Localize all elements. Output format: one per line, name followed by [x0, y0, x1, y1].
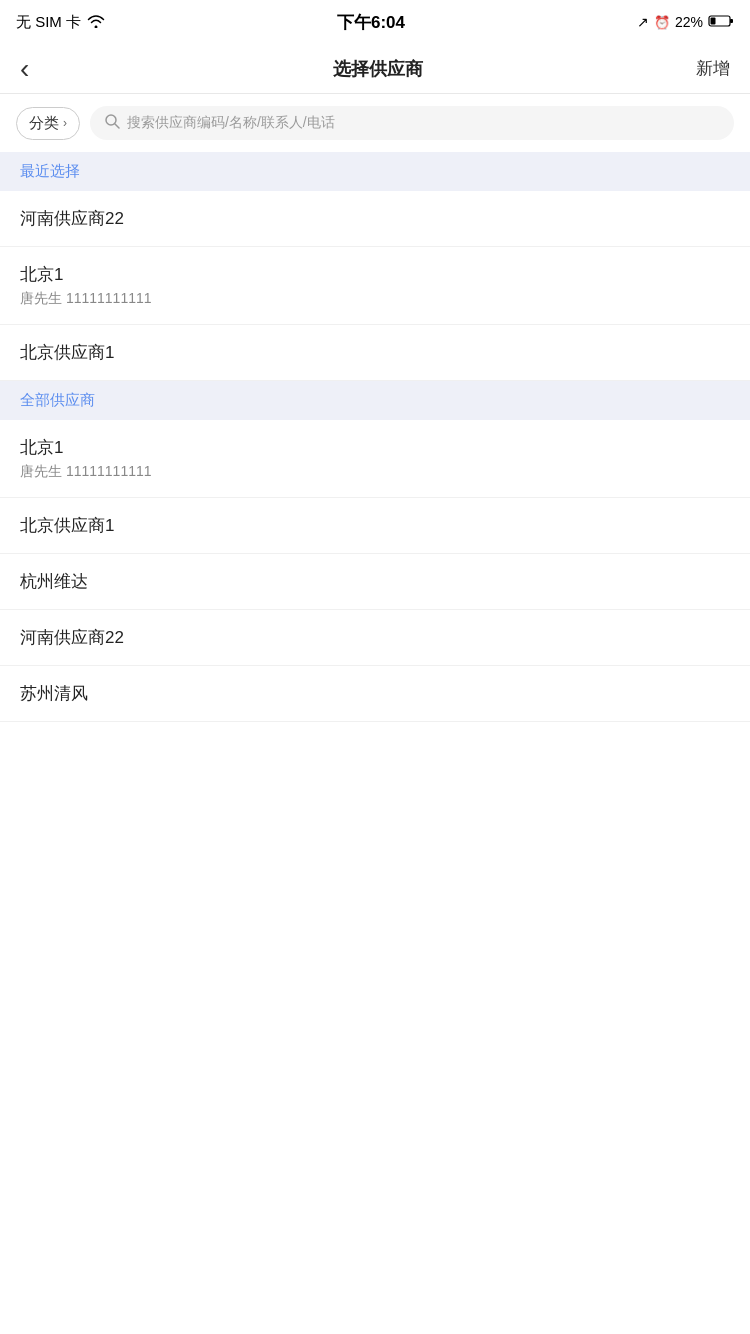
back-button[interactable]: ‹: [20, 55, 60, 83]
svg-line-4: [115, 124, 119, 128]
item-sub: 唐先生 11111111111: [20, 463, 730, 481]
recent-section-header: 最近选择: [0, 152, 750, 191]
list-item[interactable]: 杭州维达: [0, 554, 750, 610]
status-bar: 无 SIM 卡 下午6:04 ↗ ⏰ 22%: [0, 0, 750, 44]
status-time: 下午6:04: [337, 11, 405, 34]
item-name: 苏州清风: [20, 682, 730, 705]
item-name: 北京1: [20, 436, 730, 459]
search-placeholder: 搜索供应商编码/名称/联系人/电话: [127, 114, 335, 132]
status-left: 无 SIM 卡: [16, 13, 105, 32]
item-name: 北京供应商1: [20, 341, 730, 364]
list-item[interactable]: 北京1 唐先生 11111111111: [0, 247, 750, 325]
list-item[interactable]: 河南供应商22: [0, 610, 750, 666]
item-name: 杭州维达: [20, 570, 730, 593]
back-icon: ‹: [20, 55, 29, 83]
svg-rect-1: [730, 19, 733, 23]
svg-rect-2: [710, 17, 715, 24]
category-label: 分类: [29, 114, 59, 133]
search-icon: [104, 113, 120, 133]
recent-list: 河南供应商22 北京1 唐先生 11111111111 北京供应商1: [0, 191, 750, 381]
location-icon: ↗: [637, 14, 649, 30]
page-title: 选择供应商: [333, 57, 423, 81]
all-list: 北京1 唐先生 11111111111 北京供应商1 杭州维达 河南供应商22 …: [0, 420, 750, 722]
recent-section-label: 最近选择: [20, 162, 80, 179]
list-item[interactable]: 北京供应商1: [0, 498, 750, 554]
list-item[interactable]: 北京1 唐先生 11111111111: [0, 420, 750, 498]
item-name: 北京1: [20, 263, 730, 286]
search-input[interactable]: 搜索供应商编码/名称/联系人/电话: [90, 106, 734, 140]
filter-bar: 分类 › 搜索供应商编码/名称/联系人/电话: [0, 94, 750, 152]
nav-bar: ‹ 选择供应商 新增: [0, 44, 750, 94]
chevron-right-icon: ›: [63, 116, 67, 130]
list-item[interactable]: 北京供应商1: [0, 325, 750, 381]
list-item[interactable]: 苏州清风: [0, 666, 750, 722]
alarm-icon: ⏰: [654, 15, 670, 30]
item-name: 北京供应商1: [20, 514, 730, 537]
wifi-icon: [87, 14, 105, 31]
item-sub: 唐先生 11111111111: [20, 290, 730, 308]
all-section-label: 全部供应商: [20, 391, 95, 408]
add-button[interactable]: 新增: [696, 57, 730, 80]
all-section-header: 全部供应商: [0, 381, 750, 420]
sim-label: 无 SIM 卡: [16, 13, 81, 32]
battery-icon: [708, 14, 734, 31]
item-name: 河南供应商22: [20, 207, 730, 230]
battery-percentage: 22%: [675, 14, 703, 30]
item-name: 河南供应商22: [20, 626, 730, 649]
list-item[interactable]: 河南供应商22: [0, 191, 750, 247]
category-button[interactable]: 分类 ›: [16, 107, 80, 140]
status-right: ↗ ⏰ 22%: [637, 14, 734, 31]
